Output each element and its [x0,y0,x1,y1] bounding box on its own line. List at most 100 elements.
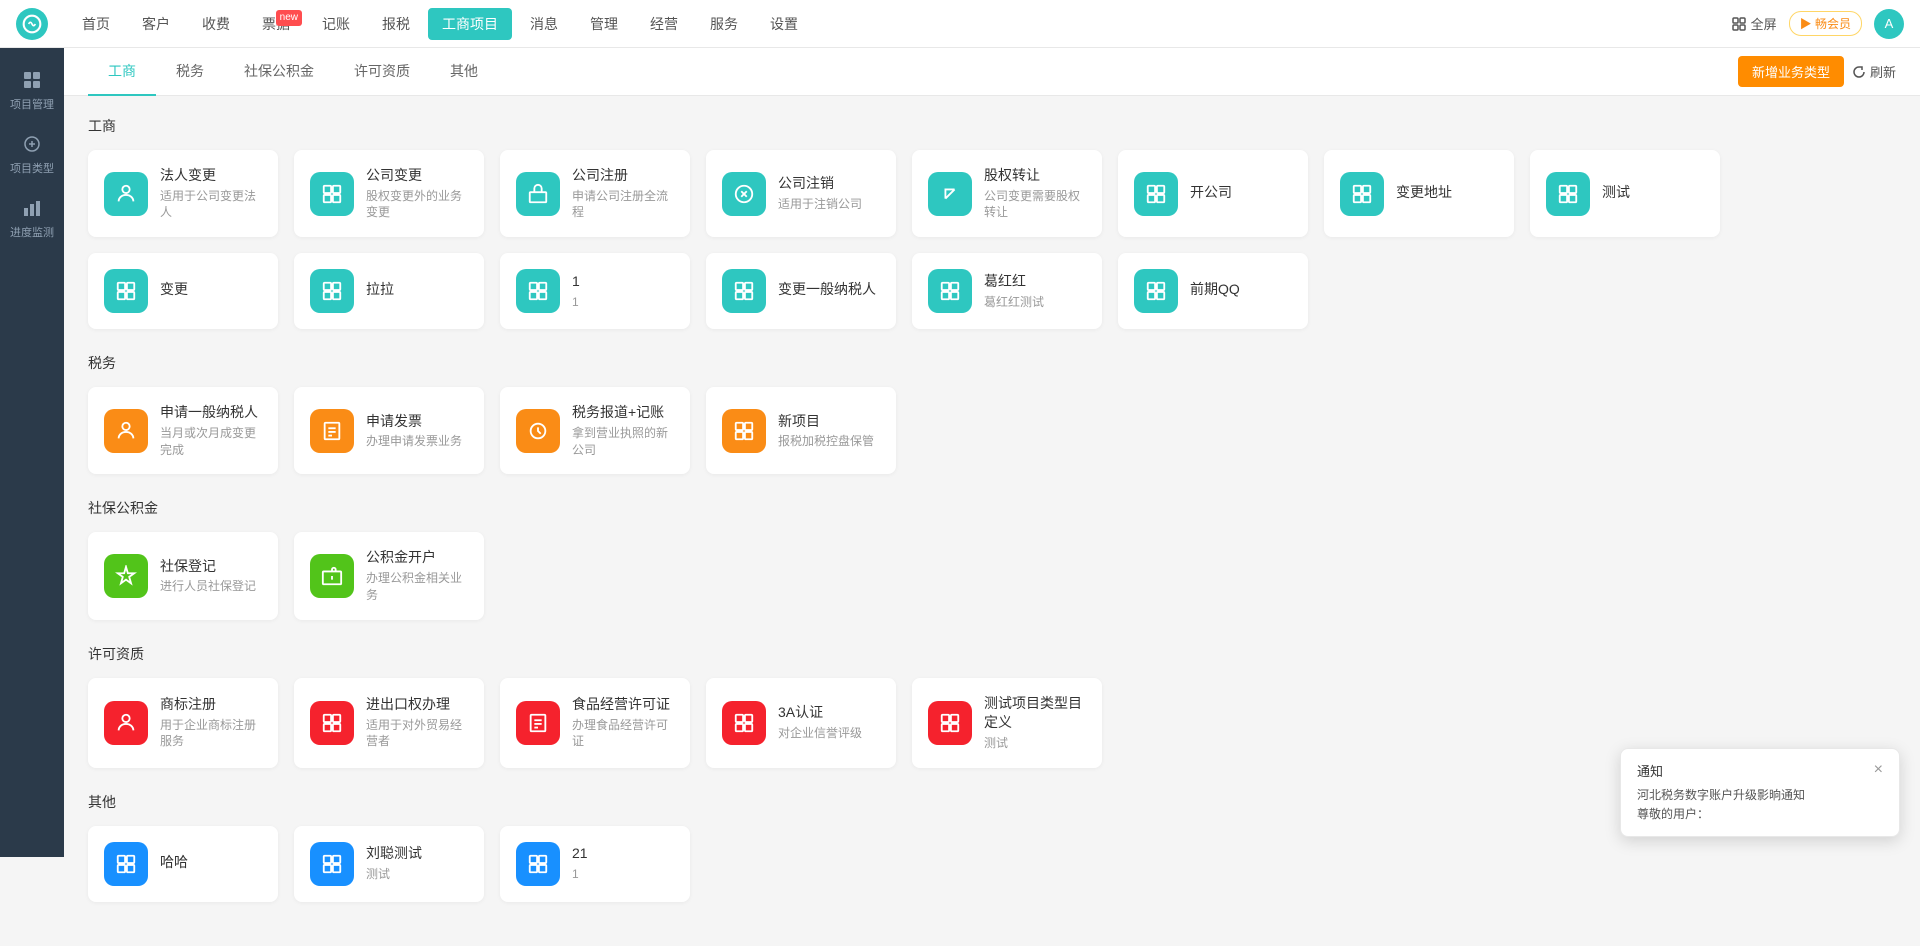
card-shenqingna[interactable]: 申请一般纳税人 当月或次月成变更完成 [88,387,278,474]
card-lala[interactable]: 拉拉 [294,253,484,329]
card-faziren[interactable]: 法人变更 适用于公司变更法人 [88,150,278,237]
card-icon-3arenzheng [722,701,766,745]
card-icon-lala [310,269,354,313]
card-icon-gongsizhuxiao [722,172,766,216]
card-icon-guquan [928,172,972,216]
new-badge: new [276,10,302,26]
notif-close-button[interactable]: × [1874,761,1883,779]
card-ceshileixing[interactable]: 测试项目类型目定义 测试 [912,678,1102,768]
notif-title: 通知 [1637,761,1663,780]
section-title-xuke: 许可资质 [88,644,1896,664]
tab-shuiwu[interactable]: 税务 [156,48,224,96]
card-icon-faziren [104,172,148,216]
section-shuiwu: 税务 申请一般纳税人 当月或次月成变更完成 申请发 [88,353,1896,474]
card-icon-shenqingna [104,409,148,453]
card-21[interactable]: 21 1 [500,826,690,902]
section-title-shuiwu: 税务 [88,353,1896,373]
card-icon-shangbiaozhu [104,701,148,745]
tab-shebao[interactable]: 社保公积金 [224,48,334,96]
section-title-shebao: 社保公积金 [88,498,1896,518]
card-text-faziren: 法人变更 适用于公司变更法人 [160,166,262,221]
add-type-button[interactable]: 新增业务类型 [1738,56,1844,87]
card-icon-gongsibiangeng [310,172,354,216]
cards-grid-shebao: 社保登记 进行人员社保登记 公积金开户 办理公积金相关业务 [88,532,1896,619]
section-shebao: 社保公积金 社保登记 进行人员社保登记 公积金开户 [88,498,1896,619]
card-shipin[interactable]: 食品经营许可证 办理食品经营许可证 [500,678,690,768]
card-icon-shuiwubaodao [516,409,560,453]
nav-message[interactable]: 消息 [516,8,572,40]
card-icon-kaigongsi [1134,172,1178,216]
nav-operation[interactable]: 经营 [636,8,692,40]
card-shangbiaozhu[interactable]: 商标注册 用于企业商标注册服务 [88,678,278,768]
chart-icon [20,196,44,220]
card-icon-shebaodengjin [104,554,148,598]
card-icon-qianqiQQ [1134,269,1178,313]
user-avatar[interactable]: A [1874,9,1904,39]
card-haha[interactable]: 哈哈 [88,826,278,902]
card-icon-gongjijinkaihu [310,554,354,598]
vip-icon: ▶ [1800,17,1812,31]
fullscreen-button[interactable]: 全屏 [1731,14,1777,33]
card-gongsizhuxiao[interactable]: 公司注销 适用于注销公司 [706,150,896,237]
card-shuiwubaodao[interactable]: 税务报道+记账 拿到营业执照的新公司 [500,387,690,474]
card-3arenzheng[interactable]: 3A认证 对企业信誉评级 [706,678,896,768]
card-icon-biangengna [722,269,766,313]
card-liucong[interactable]: 刘聪测试 测试 [294,826,484,902]
card-gongsizhu[interactable]: 公司注册 申请公司注册全流程 [500,150,690,237]
nav-ticket[interactable]: 票据 new [248,8,304,40]
card-gehonghong[interactable]: 葛红红 葛红红测试 [912,253,1102,329]
tab-xuke[interactable]: 许可资质 [334,48,430,96]
refresh-button[interactable]: 刷新 [1852,62,1896,81]
nav-business[interactable]: 工商项目 [428,8,512,40]
nav-tax[interactable]: 报税 [368,8,424,40]
card-biangengna[interactable]: 变更一般纳税人 [706,253,896,329]
fullscreen-label: 全屏 [1751,14,1777,33]
sidebar-item-label: 进度监测 [10,224,54,240]
card-jinchuchukou[interactable]: 进出口权办理 适用于对外贸易经营者 [294,678,484,768]
card-guquan[interactable]: 股权转让 公司变更需要股权转让 [912,150,1102,237]
nav-accounting[interactable]: 记账 [308,8,364,40]
card-ceshi[interactable]: 测试 [1530,150,1720,237]
sidebar-item-project-manage[interactable]: 项目管理 [0,58,64,122]
sidebar-item-label: 项目类型 [10,160,54,176]
card-icon-biangeng2 [104,269,148,313]
top-nav: 首页 客户 收费 票据 new 记账 报税 工商项目 消息 管理 经营 服务 设… [0,0,1920,48]
card-icon-xinxiangmu [722,409,766,453]
section-title-gongshang: 工商 [88,116,1896,136]
card-icon-one [516,269,560,313]
cards-grid-gongshang: 法人变更 适用于公司变更法人 公司变更 股权变更外的业务变更 [88,150,1896,329]
card-qianqiQQ[interactable]: 前期QQ [1118,253,1308,329]
card-biangengdizhi[interactable]: 变更地址 [1324,150,1514,237]
card-icon-gehonghong [928,269,972,313]
sub-tabs-bar: 工商 税务 社保公积金 许可资质 其他 新增业务类型 刷新 [64,48,1920,96]
sidebar: 项目管理 项目类型 进度监测 [0,48,64,857]
notif-header: 通知 × [1637,761,1883,780]
tag-icon [20,132,44,156]
nav-home[interactable]: 首页 [68,8,124,40]
tab-gongshang[interactable]: 工商 [88,48,156,96]
nav-service[interactable]: 服务 [696,8,752,40]
nav-customer[interactable]: 客户 [128,8,184,40]
card-icon-ceshi [1546,172,1590,216]
card-biangeng2[interactable]: 变更 [88,253,278,329]
card-one[interactable]: 1 1 [500,253,690,329]
logo [16,8,48,40]
card-gongjijinkaihu[interactable]: 公积金开户 办理公积金相关业务 [294,532,484,619]
nav-fee[interactable]: 收费 [188,8,244,40]
sidebar-item-project-type[interactable]: 项目类型 [0,122,64,186]
nav-items: 首页 客户 收费 票据 new 记账 报税 工商项目 消息 管理 经营 服务 设… [68,8,1731,40]
card-gongsibiangeng[interactable]: 公司变更 股权变更外的业务变更 [294,150,484,237]
card-kaigongsi[interactable]: 开公司 [1118,150,1308,237]
card-xinxiangmu[interactable]: 新项目 报税加税控盘保管 [706,387,896,474]
card-icon-shipin [516,701,560,745]
sub-tabs: 工商 税务 社保公积金 许可资质 其他 [88,48,1738,95]
card-icon-gongsizhu [516,172,560,216]
card-shenqingfp[interactable]: 申请发票 办理申请发票业务 [294,387,484,474]
card-shebaodengjin[interactable]: 社保登记 进行人员社保登记 [88,532,278,619]
card-icon-21 [516,842,560,886]
vip-button[interactable]: ▶ 畅会员 [1789,11,1862,36]
nav-manage[interactable]: 管理 [576,8,632,40]
tab-qita[interactable]: 其他 [430,48,498,96]
nav-settings[interactable]: 设置 [756,8,812,40]
sidebar-item-progress[interactable]: 进度监测 [0,186,64,250]
